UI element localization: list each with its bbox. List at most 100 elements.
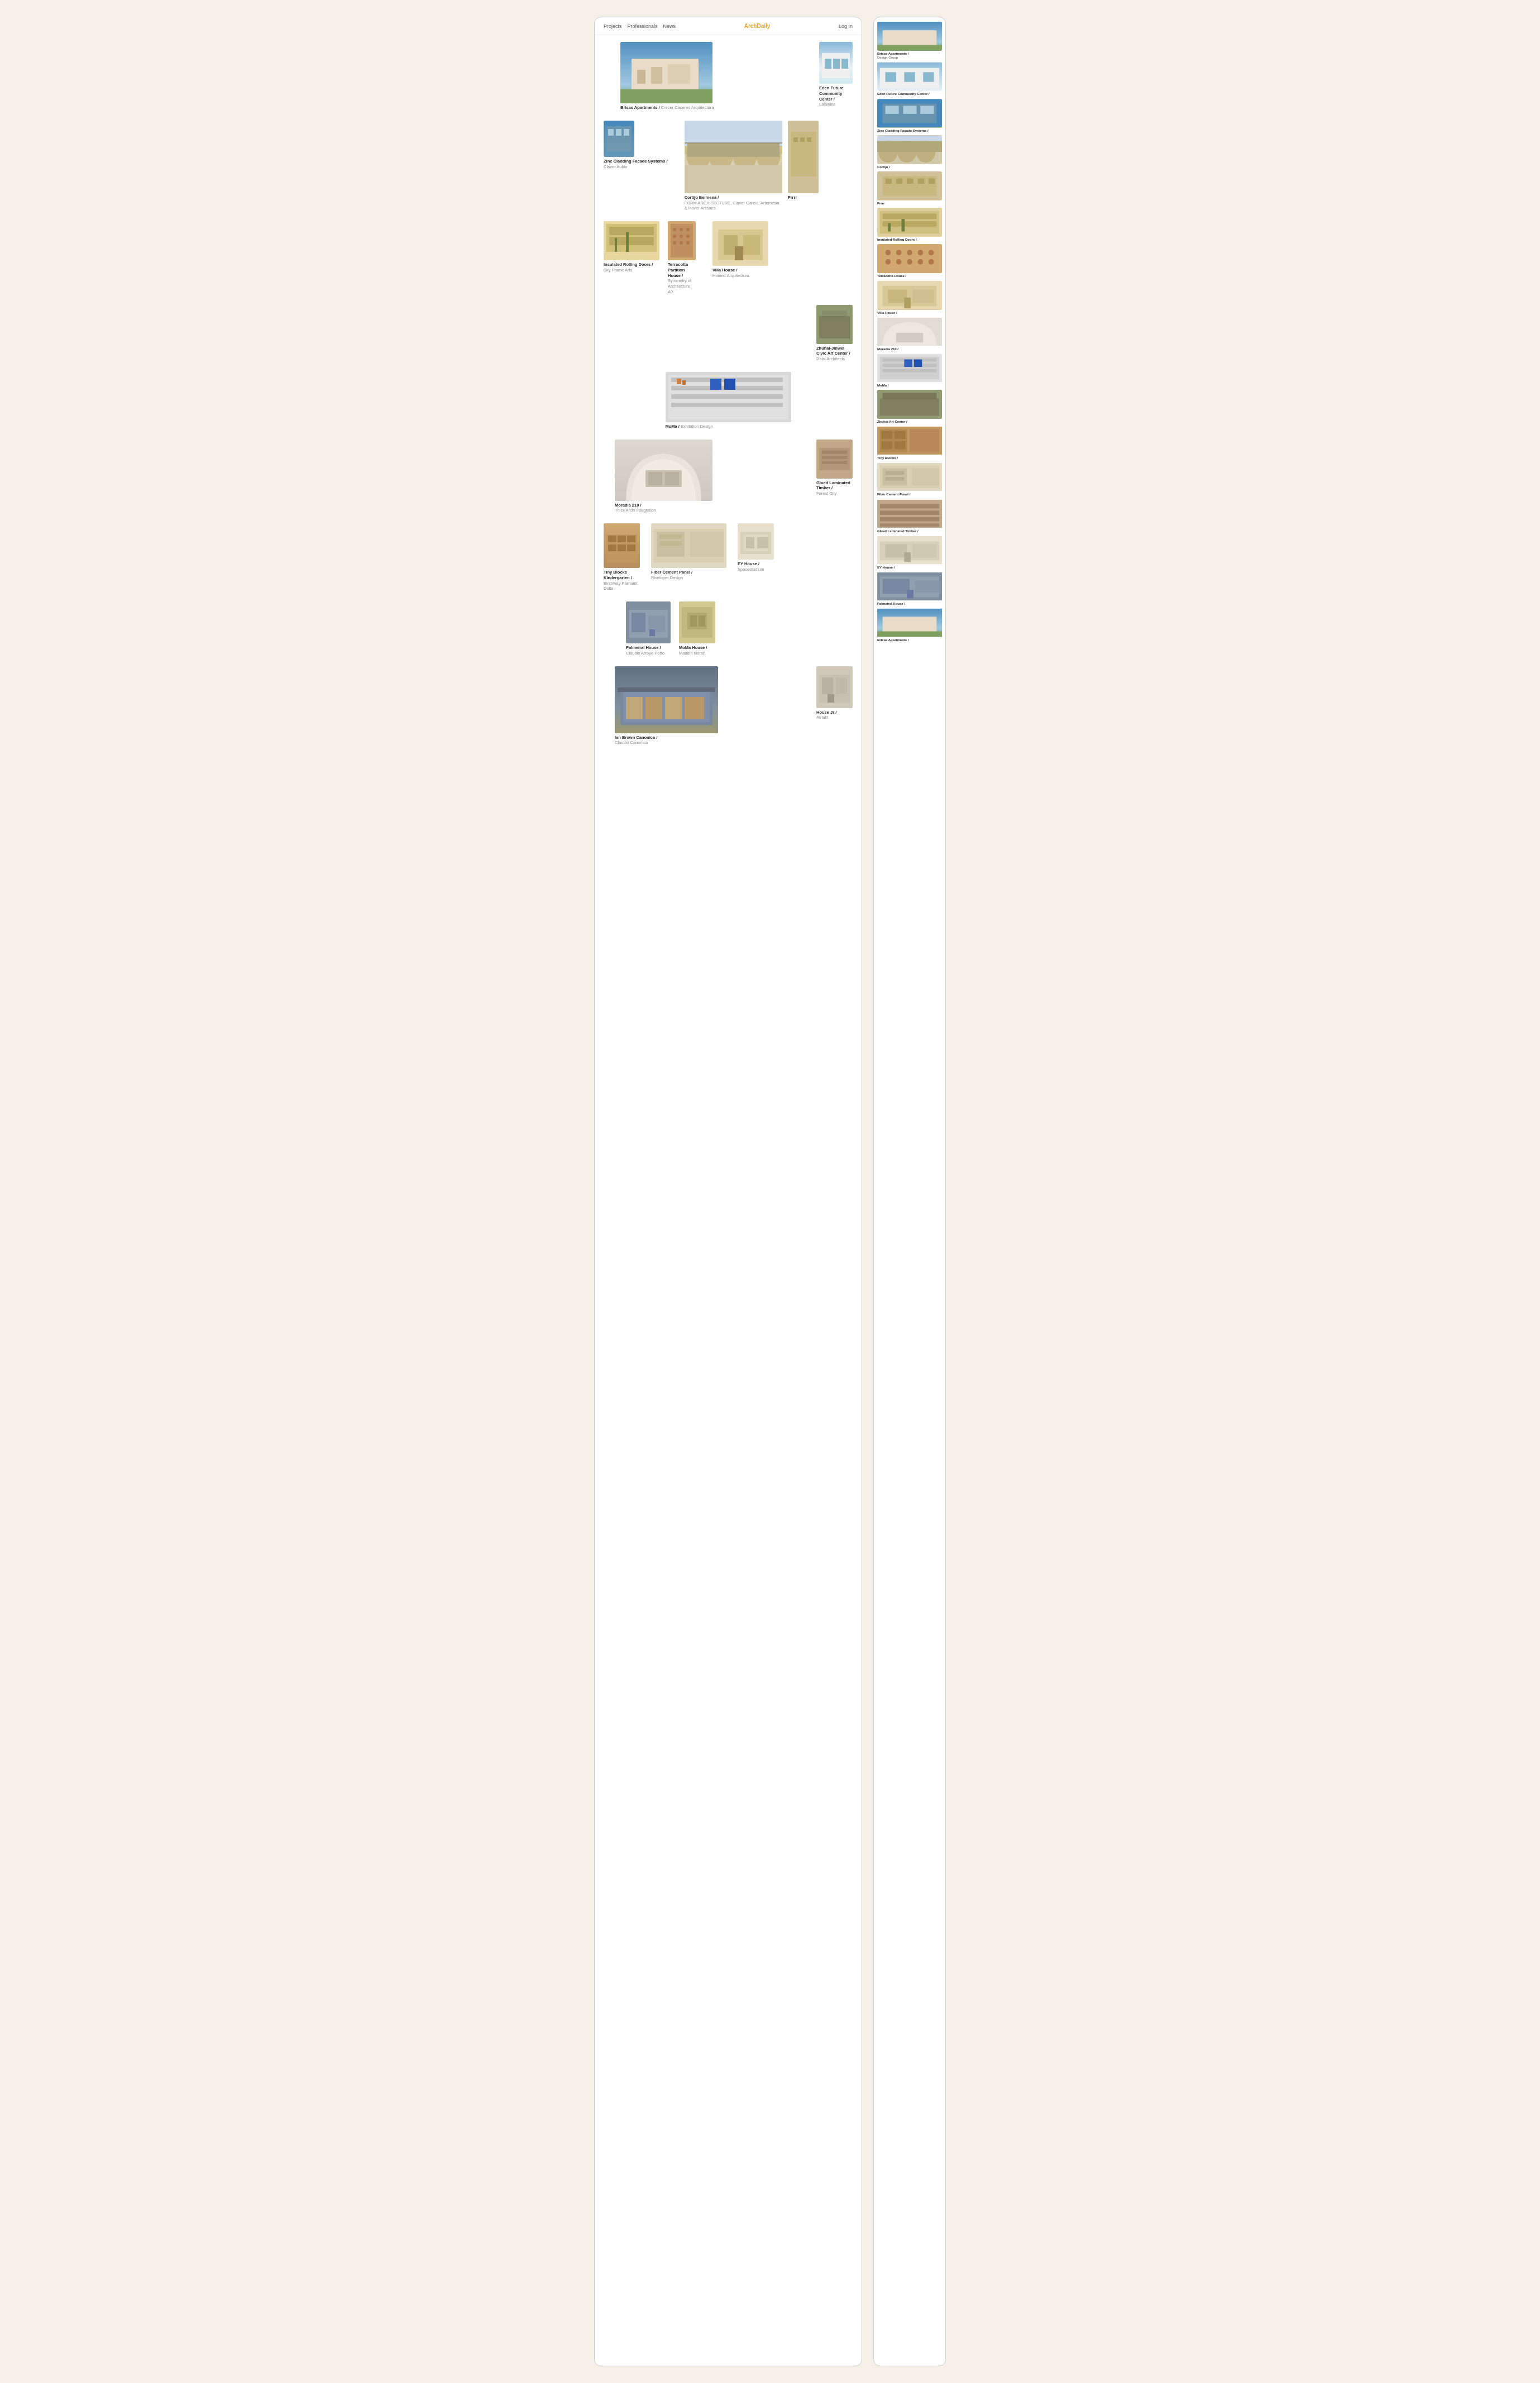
side-fcp-image[interactable] [877, 462, 942, 491]
moradia-caption: Moradia 210 / Thick Archi Integration [615, 503, 712, 514]
side-item-terracotta[interactable]: Terracotta House / [877, 244, 942, 278]
eden-caption: Eden Future Community Center / Lalallall… [819, 85, 853, 107]
fcp-item: Fiber Cement Panel / Riveloper Design [651, 523, 726, 581]
svg-rect-183 [895, 441, 905, 450]
palmeiral-image[interactable] [626, 601, 671, 643]
svg-rect-206 [883, 617, 937, 633]
svg-rect-10 [841, 59, 848, 69]
side-item-prrrr[interactable]: Prrrr [877, 171, 942, 206]
side-item-zinc[interactable]: Zinc Cladding Facade Systems / [877, 99, 942, 133]
side-glulam-image[interactable] [877, 499, 942, 528]
tinyblocks-image[interactable] [604, 523, 640, 568]
side-zinc-image[interactable] [877, 99, 942, 128]
moma-image[interactable] [666, 372, 791, 422]
nav-projects[interactable]: Projects [604, 23, 622, 29]
side-tinyblocks-caption: Tiny Blocks / [877, 456, 942, 460]
svg-rect-116 [828, 694, 834, 703]
insulated-image[interactable] [604, 221, 659, 260]
side-cortijo-image[interactable] [877, 135, 942, 164]
housejr-image[interactable] [816, 666, 853, 708]
svg-point-150 [886, 250, 891, 256]
glulam-caption: Glued Laminated Timber / Forest City [816, 480, 853, 496]
side-item-zhuhai[interactable]: Zhuhai Art Center / [877, 390, 942, 424]
svg-rect-139 [896, 178, 903, 184]
svg-point-44 [686, 235, 690, 238]
housejr-item: House Jr / Atriallt [816, 666, 853, 721]
svg-point-47 [686, 241, 690, 245]
side-eden-image[interactable] [877, 62, 942, 91]
zhuhai-item: Zhuhai-Jinwei Civic Art Center / Daisi A… [816, 305, 853, 362]
side-item-insulated[interactable]: Insulated Rolling Doors / [877, 208, 942, 242]
svg-rect-176 [883, 393, 937, 400]
side-item-brisas2[interactable]: Brisas Apartments / [877, 608, 942, 642]
side-tinyblocks-image[interactable] [877, 426, 942, 455]
svg-rect-15 [624, 129, 629, 136]
side-item-brisas[interactable]: Brisas Apartments / Design Group [877, 22, 942, 60]
svg-point-46 [680, 241, 683, 245]
side-item-glulam[interactable]: Glued Laminated Timber / [877, 499, 942, 533]
glulam-item: Glued Laminated Timber / Forest City [816, 440, 853, 496]
side-moma-image[interactable] [877, 354, 942, 383]
side-item-tinyblocks[interactable]: Tiny Blocks / [877, 426, 942, 460]
brisas-image[interactable] [620, 42, 712, 103]
side-zhuhai-image[interactable] [877, 390, 942, 419]
svg-point-154 [929, 250, 934, 256]
side-item-moradia[interactable]: Moradia 210 / [877, 317, 942, 351]
eyhouse-image[interactable] [738, 523, 774, 560]
side-item-ey[interactable]: EY House / [877, 536, 942, 570]
side-terracotta-image[interactable] [877, 244, 942, 273]
cortijo-image[interactable] [685, 121, 782, 193]
side-item-cortijo[interactable]: Cortijo / [877, 135, 942, 169]
insulated-caption: Insulated Rolling Doors / Sky Frame Arts [604, 262, 659, 273]
svg-rect-138 [886, 178, 892, 184]
svg-rect-98 [649, 629, 655, 636]
side-item-eden[interactable]: Eden Future Community Center / [877, 62, 942, 96]
svg-rect-187 [912, 469, 939, 486]
terracotta-image[interactable] [668, 221, 696, 260]
palmeiral-caption: Palmeiral House / Claudio Arroyo Porto [626, 645, 671, 656]
side-insulated-image[interactable] [877, 208, 942, 237]
moradia-image[interactable] [615, 440, 712, 501]
svg-rect-162 [888, 289, 907, 303]
side-palmeiral-image[interactable] [877, 572, 942, 601]
side-brisas2-image[interactable] [877, 608, 942, 637]
side-panel: Brisas Apartments / Design Group Eden Fu… [873, 17, 946, 2366]
svg-rect-180 [882, 431, 892, 440]
svg-rect-166 [896, 333, 923, 342]
svg-point-153 [918, 250, 924, 256]
cortijo-item: Cortijo Belinena / FORM ARCHITECTURE, Cl… [685, 121, 782, 211]
side-brisas-image[interactable] [877, 22, 942, 51]
villa-image[interactable] [712, 221, 768, 266]
side-item-palmeiral[interactable]: Palmeiral House / [877, 572, 942, 606]
nav-professionals[interactable]: Professionals [628, 23, 658, 29]
svg-rect-65 [682, 380, 686, 385]
main-panel: Projects Professionals News ArchDaily Lo… [594, 17, 862, 2366]
fcp-image[interactable] [651, 523, 726, 568]
momahouse-image[interactable] [679, 601, 715, 643]
svg-rect-198 [912, 544, 937, 557]
side-brisas-caption: Brisas Apartments / Design Group [877, 52, 942, 60]
svg-rect-129 [920, 106, 934, 114]
nav-news[interactable]: News [663, 23, 676, 29]
svg-rect-111 [618, 687, 715, 692]
eden-image[interactable] [819, 42, 853, 84]
palmeiral-item: Palmeiral House / Claudio Arroyo Porto [626, 601, 671, 656]
side-item-moma[interactable]: MoMa / [877, 354, 942, 388]
svg-rect-199 [904, 552, 911, 562]
side-moradia-image[interactable] [877, 317, 942, 346]
login-button[interactable]: Log In [839, 23, 853, 29]
side-prrrr-image[interactable] [877, 171, 942, 200]
zhuhai-image[interactable] [816, 305, 853, 344]
ianbrown-item: Ian Brown Canonica / Claudio Canonica [615, 666, 718, 746]
svg-rect-4 [668, 64, 690, 84]
prrrr-image[interactable] [788, 121, 819, 193]
side-item-villa[interactable]: Villa House / [877, 281, 942, 315]
svg-rect-192 [880, 510, 939, 515]
side-item-fcp[interactable]: Fiber Cement Panel / [877, 462, 942, 496]
svg-rect-55 [822, 311, 847, 319]
side-ey-image[interactable] [877, 536, 942, 565]
side-villa-image[interactable] [877, 281, 942, 310]
zinc-image[interactable] [604, 121, 634, 157]
glulam-image[interactable] [816, 440, 853, 479]
ianbrown-image[interactable] [615, 666, 718, 733]
